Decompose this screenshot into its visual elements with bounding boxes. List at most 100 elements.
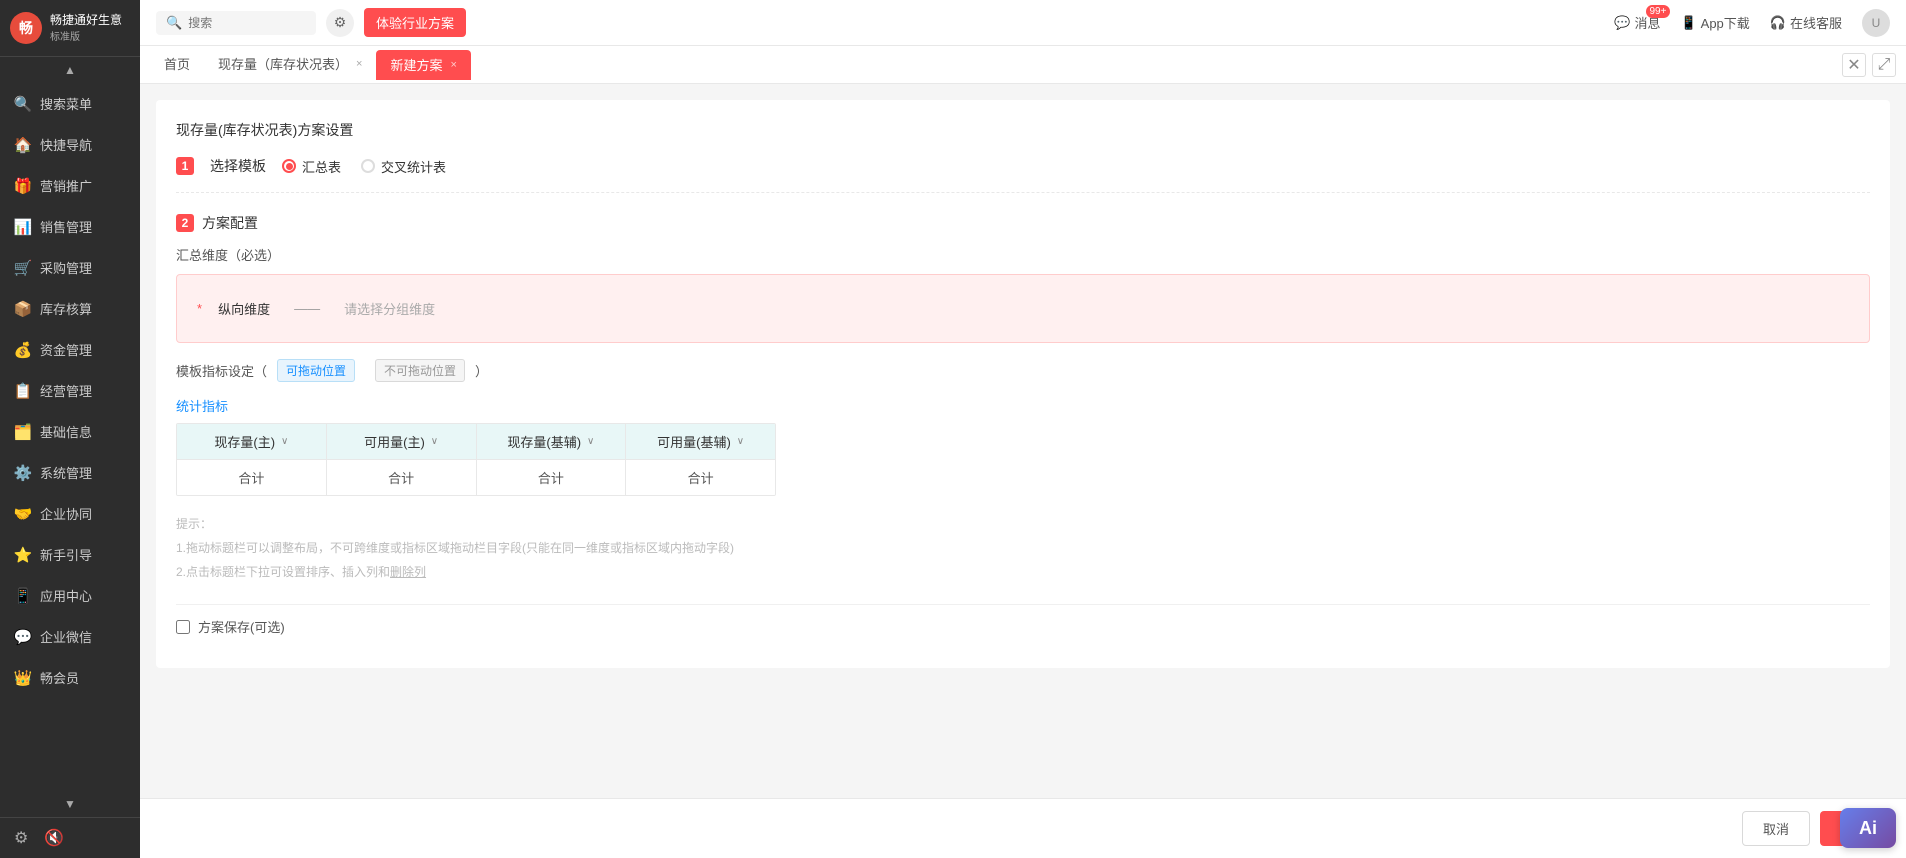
sidebar-item-label: 搜索菜单 xyxy=(40,94,92,113)
sidebar-item-label: 基础信息 xyxy=(40,422,92,441)
sidebar-scroll-up[interactable]: ▲ xyxy=(0,59,140,81)
radio-summary-label: 汇总表 xyxy=(302,157,341,176)
search-icon: 🔍 xyxy=(166,15,182,31)
sidebar-item-purchase[interactable]: 🛒 采购管理 xyxy=(0,247,140,288)
tab-inventory-close[interactable]: × xyxy=(356,58,362,70)
required-dimension-area: * 纵向维度 —— 请选择分组维度 xyxy=(176,274,1870,343)
search-input[interactable] xyxy=(188,16,306,30)
sidebar-item-quick-nav[interactable]: 🏠 快捷导航 xyxy=(0,124,140,165)
message-icon: 💬 xyxy=(1614,15,1630,31)
draggable-badge: 可拖动位置 xyxy=(277,359,355,382)
stats-col-1-cell: 合计 xyxy=(177,460,326,495)
tab-collapse-button[interactable]: ✕ xyxy=(1842,53,1866,77)
tab-inventory-status[interactable]: 现存量（库存状况表） × xyxy=(204,46,376,83)
stats-col-2-header[interactable]: 可用量(主) ∨ xyxy=(327,424,476,460)
radio-summary[interactable]: 汇总表 xyxy=(282,157,341,176)
indicator-settings-label: 模板指标设定（ xyxy=(176,361,267,380)
stats-col-2: 可用量(主) ∨ 合计 xyxy=(327,424,477,495)
inventory-icon: 📦 xyxy=(14,300,32,318)
tab-home[interactable]: 首页 xyxy=(150,46,204,83)
sidebar-item-enterprise[interactable]: 🤝 企业协同 xyxy=(0,493,140,534)
step2-header: 2 方案配置 xyxy=(176,213,1870,233)
sidebar-item-label: 企业微信 xyxy=(40,627,92,646)
sidebar-item-member[interactable]: 👑 畅会员 xyxy=(0,657,140,698)
avatar: U xyxy=(1862,9,1890,37)
cancel-button[interactable]: 取消 xyxy=(1742,811,1810,846)
dimension-placeholder[interactable]: 请选择分组维度 xyxy=(344,299,435,318)
dimension-dash: —— xyxy=(294,301,320,316)
chevron-down-icon-4: ∨ xyxy=(737,436,744,447)
save-checkbox[interactable] xyxy=(176,620,190,634)
save-option-label: 方案保存(可选) xyxy=(198,617,285,636)
sidebar-item-marketing[interactable]: 🎁 营销推广 xyxy=(0,165,140,206)
stats-col-4-cell: 合计 xyxy=(626,460,775,495)
step2-badge: 2 xyxy=(176,214,194,232)
main-area: 🔍 ⚙ 体验行业方案 💬 消息 99+ 📱 App下载 🎧 在线客服 xyxy=(140,0,1906,858)
stats-col-1-label: 现存量(主) xyxy=(214,432,275,451)
sidebar-item-new-guide[interactable]: ⭐ 新手引导 xyxy=(0,534,140,575)
settings-icon[interactable]: ⚙ xyxy=(14,828,28,848)
app-name: 畅捷通好生意 xyxy=(50,13,122,29)
stats-col-1-header[interactable]: 现存量(主) ∨ xyxy=(177,424,326,460)
step2-section: 2 方案配置 汇总维度（必选） * 纵向维度 —— 请选择分组维度 模板指标设定… xyxy=(176,213,1870,584)
online-service-label: 在线客服 xyxy=(1790,13,1842,32)
tab-new-plan-label: 新建方案 xyxy=(390,55,442,74)
topbar-gear-button[interactable]: ⚙ xyxy=(326,9,354,37)
summary-dimension-label: 汇总维度（必选） xyxy=(176,245,1870,264)
radio-cross-label: 交叉统计表 xyxy=(381,157,446,176)
sidebar-item-label: 应用中心 xyxy=(40,586,92,605)
tabs-right-controls: ✕ ⤢ xyxy=(1842,53,1896,77)
stats-col-3: 现存量(基辅) ∨ 合计 xyxy=(477,424,627,495)
topbar: 🔍 ⚙ 体验行业方案 💬 消息 99+ 📱 App下载 🎧 在线客服 xyxy=(140,0,1906,46)
tab-expand-button[interactable]: ⤢ xyxy=(1872,53,1896,77)
sidebar-item-label: 畅会员 xyxy=(40,668,79,687)
new-guide-icon: ⭐ xyxy=(14,546,32,564)
sidebar-item-finance[interactable]: 💰 资金管理 xyxy=(0,329,140,370)
radio-summary-circle xyxy=(282,159,296,173)
sidebar-item-operations[interactable]: 📋 经营管理 xyxy=(0,370,140,411)
sidebar-item-label: 资金管理 xyxy=(40,340,92,359)
tips-label: 提示： xyxy=(176,517,212,531)
sidebar-item-system[interactable]: ⚙️ 系统管理 xyxy=(0,452,140,493)
marketing-icon: 🎁 xyxy=(14,177,32,195)
tab-new-plan[interactable]: 新建方案 × xyxy=(376,50,470,80)
sidebar-item-label: 企业协同 xyxy=(40,504,92,523)
user-avatar[interactable]: U xyxy=(1862,9,1890,37)
message-button[interactable]: 💬 消息 99+ xyxy=(1614,13,1660,32)
stats-col-4-header[interactable]: 可用量(基辅) ∨ xyxy=(626,424,775,460)
sidebar-item-basic-info[interactable]: 🗂️ 基础信息 xyxy=(0,411,140,452)
sidebar-item-search-menu[interactable]: 🔍 搜索菜单 xyxy=(0,83,140,124)
template-radio-group: 汇总表 交叉统计表 xyxy=(282,157,446,176)
sidebar-item-wechat[interactable]: 💬 企业微信 xyxy=(0,616,140,657)
tabs-bar: 首页 现存量（库存状况表） × 新建方案 × ✕ ⤢ xyxy=(140,46,1906,84)
radio-summary-dot xyxy=(286,163,293,170)
sidebar-item-inventory[interactable]: 📦 库存核算 xyxy=(0,288,140,329)
radio-cross[interactable]: 交叉统计表 xyxy=(361,157,446,176)
sound-icon[interactable]: 🔇 xyxy=(44,828,64,848)
app-download-button[interactable]: 📱 App下载 xyxy=(1680,13,1749,32)
sidebar-nav: 🔍 搜索菜单 🏠 快捷导航 🎁 营销推广 📊 销售管理 🛒 采购管理 📦 库存核… xyxy=(0,83,140,791)
ai-badge[interactable]: Ai xyxy=(1840,808,1896,848)
topbar-left: 🔍 ⚙ 体验行业方案 xyxy=(156,8,466,37)
sidebar-item-label: 销售管理 xyxy=(40,217,92,236)
save-option-row: 方案保存(可选) xyxy=(176,604,1870,648)
sidebar-item-app-center[interactable]: 📱 应用中心 xyxy=(0,575,140,616)
indicator-settings-row: 模板指标设定（ 可拖动位置 不可拖动位置 ） xyxy=(176,359,1870,382)
enterprise-icon: 🤝 xyxy=(14,505,32,523)
quick-nav-icon: 🏠 xyxy=(14,136,32,154)
sidebar-scroll-down[interactable]: ▼ xyxy=(0,793,140,815)
step1-row: 1 选择模板 汇总表 交叉统计表 xyxy=(176,156,1870,193)
stats-col-2-label: 可用量(主) xyxy=(364,432,425,451)
trial-button[interactable]: 体验行业方案 xyxy=(364,8,466,37)
operations-icon: 📋 xyxy=(14,382,32,400)
sidebar-item-sales[interactable]: 📊 销售管理 xyxy=(0,206,140,247)
stats-col-3-header[interactable]: 现存量(基辅) ∨ xyxy=(477,424,626,460)
topbar-right: 💬 消息 99+ 📱 App下载 🎧 在线客服 U xyxy=(1614,9,1890,37)
footer-bar: 取消 查询 xyxy=(140,798,1906,858)
online-service-button[interactable]: 🎧 在线客服 xyxy=(1770,13,1842,32)
sidebar-item-label: 库存核算 xyxy=(40,299,92,318)
tab-new-close[interactable]: × xyxy=(450,59,456,71)
basic-info-icon: 🗂️ xyxy=(14,423,32,441)
config-panel: 现存量(库存状况表)方案设置 1 选择模板 汇总表 交叉统计表 xyxy=(156,100,1890,668)
search-menu-icon: 🔍 xyxy=(14,95,32,113)
